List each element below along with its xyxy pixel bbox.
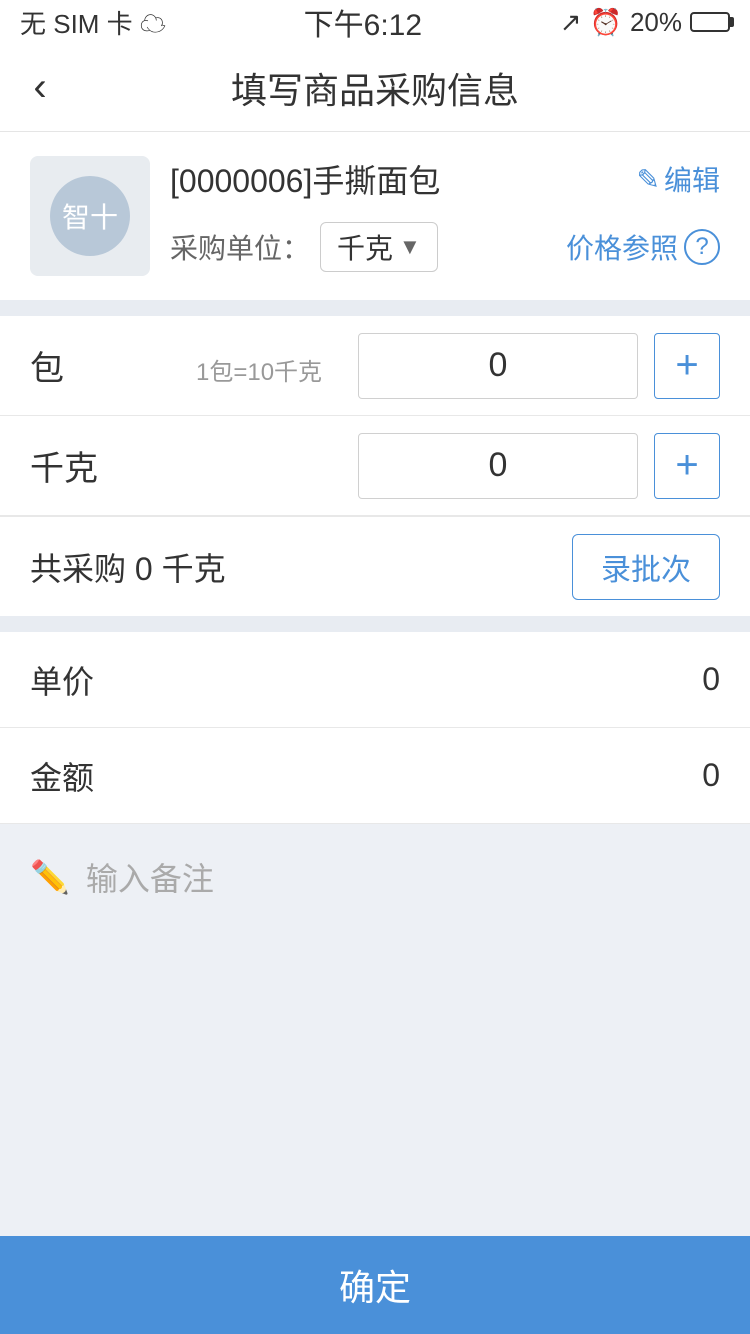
unit-price-label: 单价: [30, 657, 94, 703]
unit-select[interactable]: 千克 ▼: [320, 222, 438, 272]
price-ref-button[interactable]: 价格参照 ?: [566, 227, 720, 267]
summary-text: 共采购 0 千克: [30, 544, 226, 590]
product-logo: 智十: [50, 176, 130, 256]
empty-space: [0, 930, 750, 1236]
bao-sublabel: 1包=10千克: [196, 352, 322, 387]
pencil-icon: ✏️: [30, 858, 70, 896]
qiankg-plus-icon: +: [675, 443, 698, 488]
product-card: 智十 [0000006]手撕面包 ✎ 编辑 采购单位： 千克 ▼: [0, 132, 750, 300]
sim-label: 无 SIM 卡 ☁: [20, 4, 166, 41]
status-time: 下午6:12: [304, 0, 422, 44]
bao-label: 包: [30, 341, 190, 390]
bao-input-right: 0 +: [322, 333, 720, 399]
bao-number-input[interactable]: 0: [358, 333, 638, 399]
alarm-icon: ⏰: [590, 7, 622, 38]
remark-placeholder: 输入备注: [86, 854, 214, 900]
unit-price-row: 单价 0: [0, 632, 750, 728]
product-name: [0000006]手撕面包: [170, 156, 440, 202]
qiankg-number-input[interactable]: 0: [358, 433, 638, 499]
logo-text: 智十: [62, 196, 118, 236]
unit-price-value: 0: [702, 661, 720, 698]
bao-plus-button[interactable]: +: [654, 333, 720, 399]
question-icon: ?: [684, 229, 720, 265]
product-image: 智十: [30, 156, 150, 276]
bao-value: 0: [489, 346, 508, 385]
batch-button[interactable]: 录批次: [572, 534, 720, 600]
page-title: 填写商品采购信息: [231, 62, 519, 114]
edit-button[interactable]: ✎ 编辑: [637, 159, 720, 199]
unit-selector-group: 采购单位： 千克 ▼: [170, 222, 438, 272]
status-bar: 无 SIM 卡 ☁ 下午6:12 ↗ ⏰ 20%: [0, 0, 750, 44]
unit-value: 千克: [337, 227, 393, 267]
confirm-button[interactable]: 确定: [0, 1236, 750, 1334]
qiankg-plus-button[interactable]: +: [654, 433, 720, 499]
purchase-unit-row: 采购单位： 千克 ▼ 价格参照 ?: [170, 222, 720, 272]
product-info: [0000006]手撕面包 ✎ 编辑 采购单位： 千克 ▼ 价格参照 ?: [170, 156, 720, 272]
qiankg-label: 千克: [30, 441, 190, 490]
status-right: ↗ ⏰ 20%: [560, 7, 730, 38]
bao-input-row: 包 1包=10千克 0 +: [0, 316, 750, 416]
section-divider-1: [0, 300, 750, 316]
confirm-label: 确定: [339, 1259, 411, 1311]
purchase-unit-label: 采购单位：: [170, 227, 310, 267]
bao-plus-icon: +: [675, 343, 698, 388]
qiankg-input-right: 0 +: [190, 433, 720, 499]
qiankg-value: 0: [489, 446, 508, 485]
price-section: 单价 0 金额 0: [0, 632, 750, 824]
qiankg-input-row: 千克 0 +: [0, 416, 750, 516]
back-button[interactable]: ‹: [0, 44, 80, 132]
edit-icon: ✎: [637, 163, 660, 196]
product-name-row: [0000006]手撕面包 ✎ 编辑: [170, 156, 720, 202]
input-section: 包 1包=10千克 0 + 千克 0 +: [0, 316, 750, 616]
section-divider-2: [0, 616, 750, 632]
dropdown-icon: ▼: [399, 234, 421, 260]
nav-bar: ‹ 填写商品采购信息: [0, 44, 750, 132]
remark-section[interactable]: ✏️ 输入备注: [0, 824, 750, 930]
price-ref-label: 价格参照: [566, 227, 678, 267]
amount-row: 金额 0: [0, 728, 750, 824]
amount-label: 金额: [30, 753, 94, 799]
batch-label: 录批次: [601, 554, 691, 587]
summary-row: 共采购 0 千克 录批次: [0, 516, 750, 616]
battery-icon: [690, 12, 730, 32]
bao-label-group: 包 1包=10千克: [30, 341, 322, 390]
location-icon: ↗: [560, 7, 582, 38]
amount-value: 0: [702, 757, 720, 794]
content-wrap: 智十 [0000006]手撕面包 ✎ 编辑 采购单位： 千克 ▼: [0, 132, 750, 1334]
battery-percent: 20%: [630, 7, 682, 38]
status-left: 无 SIM 卡 ☁: [20, 4, 166, 41]
